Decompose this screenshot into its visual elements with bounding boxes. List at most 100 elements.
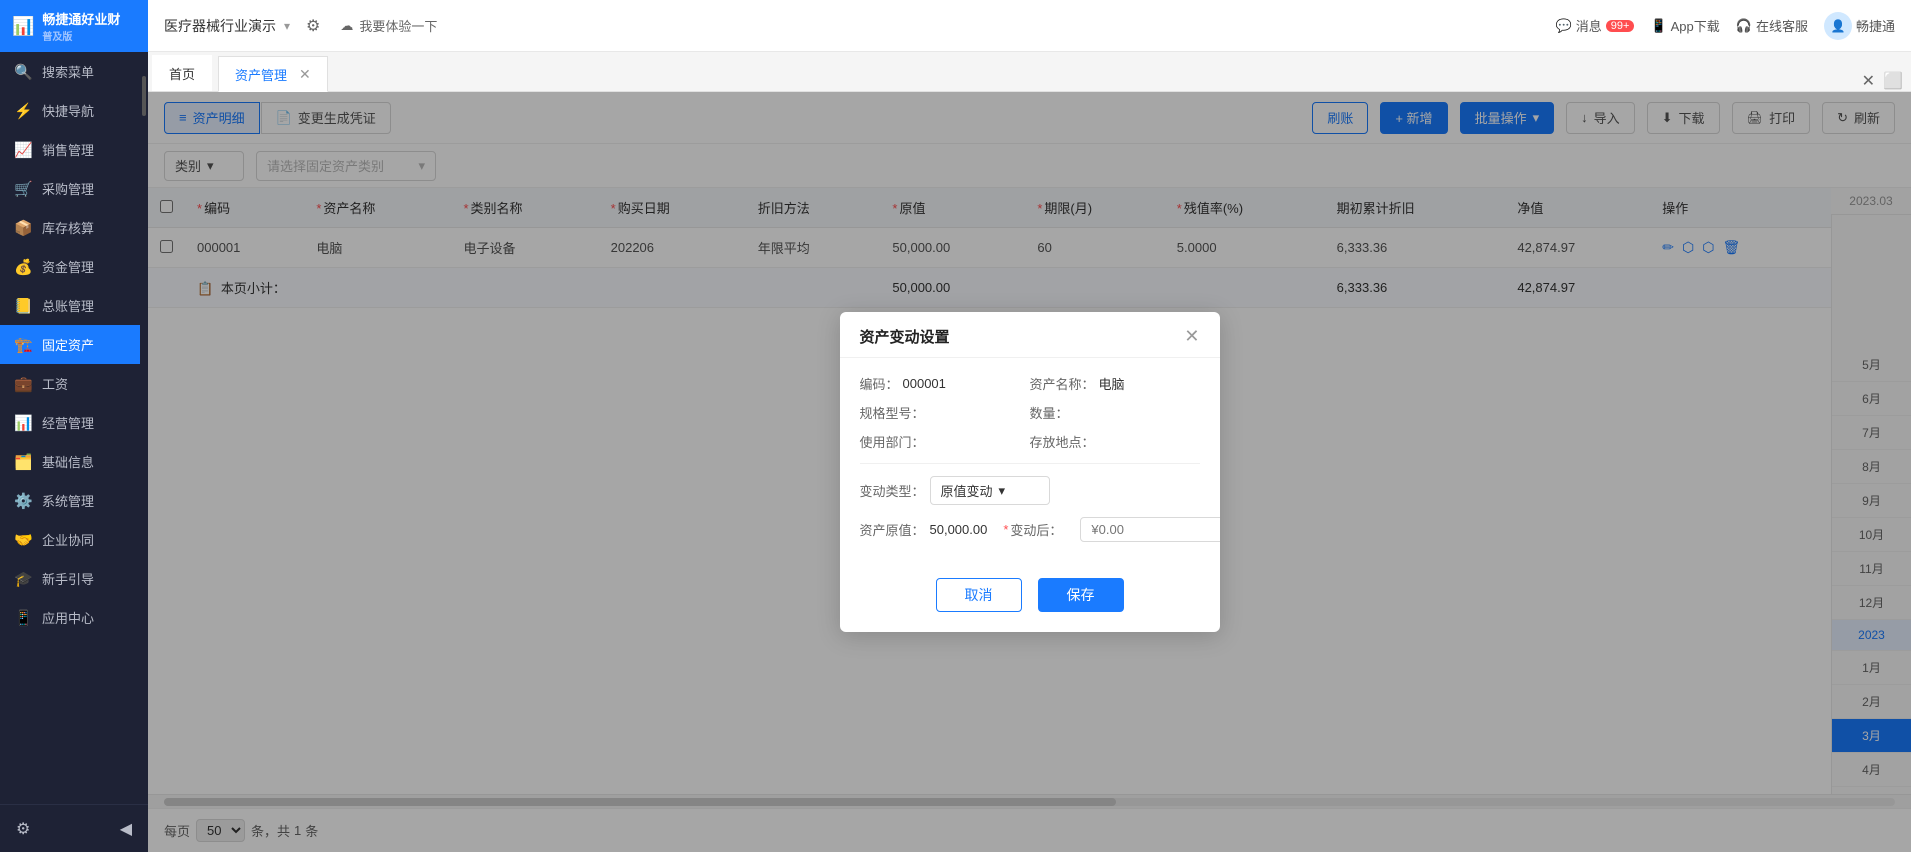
sidebar-item-ledger[interactable]: 📒 总账管理 (0, 286, 148, 325)
dialog-row-value: 资产原值： 50,000.00 * 变动后： (860, 517, 1200, 542)
sidebar-item-label: 固定资产 (42, 335, 94, 354)
tab-close-icon[interactable]: ✕ (299, 66, 311, 83)
dialog-close-icon[interactable]: ✕ (1184, 326, 1199, 347)
guide-icon: 🎓 (14, 570, 32, 588)
dialog-body: 编码： 000001 资产名称： 电脑 规格型号： (840, 358, 1220, 574)
asset-value: 50,000.00 (930, 522, 988, 537)
sidebar-item-label: 快捷导航 (42, 101, 94, 120)
customer-service-label: 在线客服 (1756, 16, 1808, 35)
tab-prev-icon[interactable]: ✕ (1862, 71, 1875, 91)
quicknav-icon: ⚡ (14, 102, 32, 120)
purchase-icon: 🛒 (14, 180, 32, 198)
logo-icon: 📊 (12, 16, 34, 37)
app-name: 畅捷通好业财 (42, 9, 120, 28)
sidebar-item-system[interactable]: ⚙️ 系统管理 (0, 481, 148, 520)
customer-service-icon: 🎧 (1736, 18, 1752, 34)
dialog-footer: 取消 保存 (840, 574, 1220, 632)
asset-change-dialog: 资产变动设置 ✕ 编码： 000001 资产名称： 电脑 (840, 312, 1220, 632)
department-label: 使用部门： (860, 432, 925, 451)
sales-icon: 📈 (14, 141, 32, 159)
sidebar-item-label: 销售管理 (42, 140, 94, 159)
settings-sidebar-icon[interactable]: ⚙ (16, 819, 30, 839)
sidebar: 📊 畅捷通好业财 普及版 🔍 搜索菜单 ⚡ 快捷导航 📈 销售管理 🛒 采购管理… (0, 0, 148, 852)
sidebar-item-payroll[interactable]: 💼 工资 (0, 364, 148, 403)
modal-overlay[interactable]: 资产变动设置 ✕ 编码： 000001 资产名称： 电脑 (148, 92, 1911, 852)
sidebar-nav: 🔍 搜索菜单 ⚡ 快捷导航 📈 销售管理 🛒 采购管理 📦 库存核算 💰 资金管… (0, 52, 148, 804)
message-label: 消息 (1576, 16, 1602, 35)
collab-icon: 🤝 (14, 531, 32, 549)
sidebar-item-capital[interactable]: 💰 资金管理 (0, 247, 148, 286)
sidebar-item-collab[interactable]: 🤝 企业协同 (0, 520, 148, 559)
header-left: 医疗器械行业演示 ▾ ⚙ ☁ 我要体验一下 (164, 16, 437, 36)
asset-name-value: 电脑 (1099, 374, 1125, 393)
sidebar-item-label: 总账管理 (42, 296, 94, 315)
sidebar-item-label: 采购管理 (42, 179, 94, 198)
after-change-label: 变动后： (1010, 520, 1080, 539)
sidebar-item-appstore[interactable]: 📱 应用中心 (0, 598, 148, 637)
change-type-select[interactable]: 原值变动 ▾ (930, 476, 1050, 505)
sidebar-item-label: 应用中心 (42, 608, 94, 627)
change-type-label: 变动类型： (860, 481, 930, 500)
dialog-title: 资产变动设置 (860, 326, 950, 347)
location-label: 存放地点： (1030, 432, 1095, 451)
sidebar-item-label: 资金管理 (42, 257, 94, 276)
asset-value-label: 资产原值： (860, 520, 930, 539)
user-name: 畅捷通 (1856, 16, 1895, 35)
dialog-row-dept-loc: 使用部门： 存放地点： (860, 432, 1200, 451)
sidebar-item-inventory[interactable]: 📦 库存核算 (0, 208, 148, 247)
sidebar-item-fixed[interactable]: 🏗️ 固定资产 (0, 325, 148, 364)
save-button[interactable]: 保存 (1038, 578, 1124, 612)
tab-controls: ✕ ⬜ (1862, 71, 1911, 91)
top-header: 医疗器械行业演示 ▾ ⚙ ☁ 我要体验一下 💬 消息 99+ 📱 App下载 🎧… (148, 0, 1911, 52)
experience-icon: ☁ (340, 18, 353, 34)
tab-expand-icon[interactable]: ⬜ (1883, 71, 1903, 91)
after-change-input[interactable] (1080, 517, 1219, 542)
sidebar-item-quicknav[interactable]: ⚡ 快捷导航 (0, 91, 148, 130)
spec-label: 规格型号： (860, 403, 925, 422)
app-download-button[interactable]: 📱 App下载 (1650, 16, 1719, 35)
dialog-row-code-name: 编码： 000001 资产名称： 电脑 (860, 374, 1200, 393)
dialog-row-change-type: 变动类型： 原值变动 ▾ (860, 476, 1200, 505)
change-type-value: 原值变动 (941, 481, 993, 500)
appstore-icon: 📱 (14, 609, 32, 627)
dialog-row-spec-qty: 规格型号： 数量： (860, 403, 1200, 422)
after-change-required-mark: * (1003, 522, 1008, 537)
sidebar-bottom: ⚙ ◀ (0, 804, 148, 852)
search-icon: 🔍 (14, 63, 32, 81)
company-chevron-icon[interactable]: ▾ (284, 19, 290, 33)
sidebar-item-basic[interactable]: 🗂️ 基础信息 (0, 442, 148, 481)
customer-service-button[interactable]: 🎧 在线客服 (1736, 16, 1808, 35)
tab-home-label: 首页 (169, 64, 195, 83)
sidebar-item-label: 经营管理 (42, 413, 94, 432)
user-profile[interactable]: 👤 畅捷通 (1824, 12, 1895, 40)
payroll-icon: 💼 (14, 375, 32, 393)
content-area: ≡ 资产明细 📄 变更生成凭证 刷账 + 新增 批量操作 (148, 92, 1911, 852)
tab-asset[interactable]: 资产管理 ✕ (218, 56, 328, 92)
system-icon: ⚙️ (14, 492, 32, 510)
experience-button[interactable]: ☁ 我要体验一下 (340, 16, 437, 35)
sidebar-item-sales[interactable]: 📈 销售管理 (0, 130, 148, 169)
sidebar-item-purchase[interactable]: 🛒 采购管理 (0, 169, 148, 208)
avatar: 👤 (1824, 12, 1852, 40)
sidebar-item-business[interactable]: 📊 经营管理 (0, 403, 148, 442)
fixed-icon: 🏗️ (14, 336, 32, 354)
dialog-divider (860, 463, 1200, 464)
tab-home[interactable]: 首页 (152, 55, 212, 91)
sidebar-item-label: 企业协同 (42, 530, 94, 549)
sidebar-item-label: 工资 (42, 374, 68, 393)
sidebar-item-search[interactable]: 🔍 搜索菜单 (0, 52, 148, 91)
company-name: 医疗器械行业演示 (164, 16, 276, 36)
header-settings-icon[interactable]: ⚙ (306, 16, 320, 36)
message-button[interactable]: 💬 消息 99+ (1556, 16, 1635, 35)
app-download-label: App下载 (1671, 16, 1720, 35)
cancel-button[interactable]: 取消 (936, 578, 1022, 612)
sidebar-item-guide[interactable]: 🎓 新手引导 (0, 559, 148, 598)
app-sub: 普及版 (42, 28, 120, 43)
avatar-icon: 👤 (1831, 19, 1846, 33)
basic-icon: 🗂️ (14, 453, 32, 471)
sidebar-item-label: 搜索菜单 (42, 62, 94, 81)
business-icon: 📊 (14, 414, 32, 432)
tab-bar: 首页 资产管理 ✕ ✕ ⬜ (148, 52, 1911, 92)
collapse-sidebar-icon[interactable]: ◀ (120, 819, 132, 839)
ledger-icon: 📒 (14, 297, 32, 315)
